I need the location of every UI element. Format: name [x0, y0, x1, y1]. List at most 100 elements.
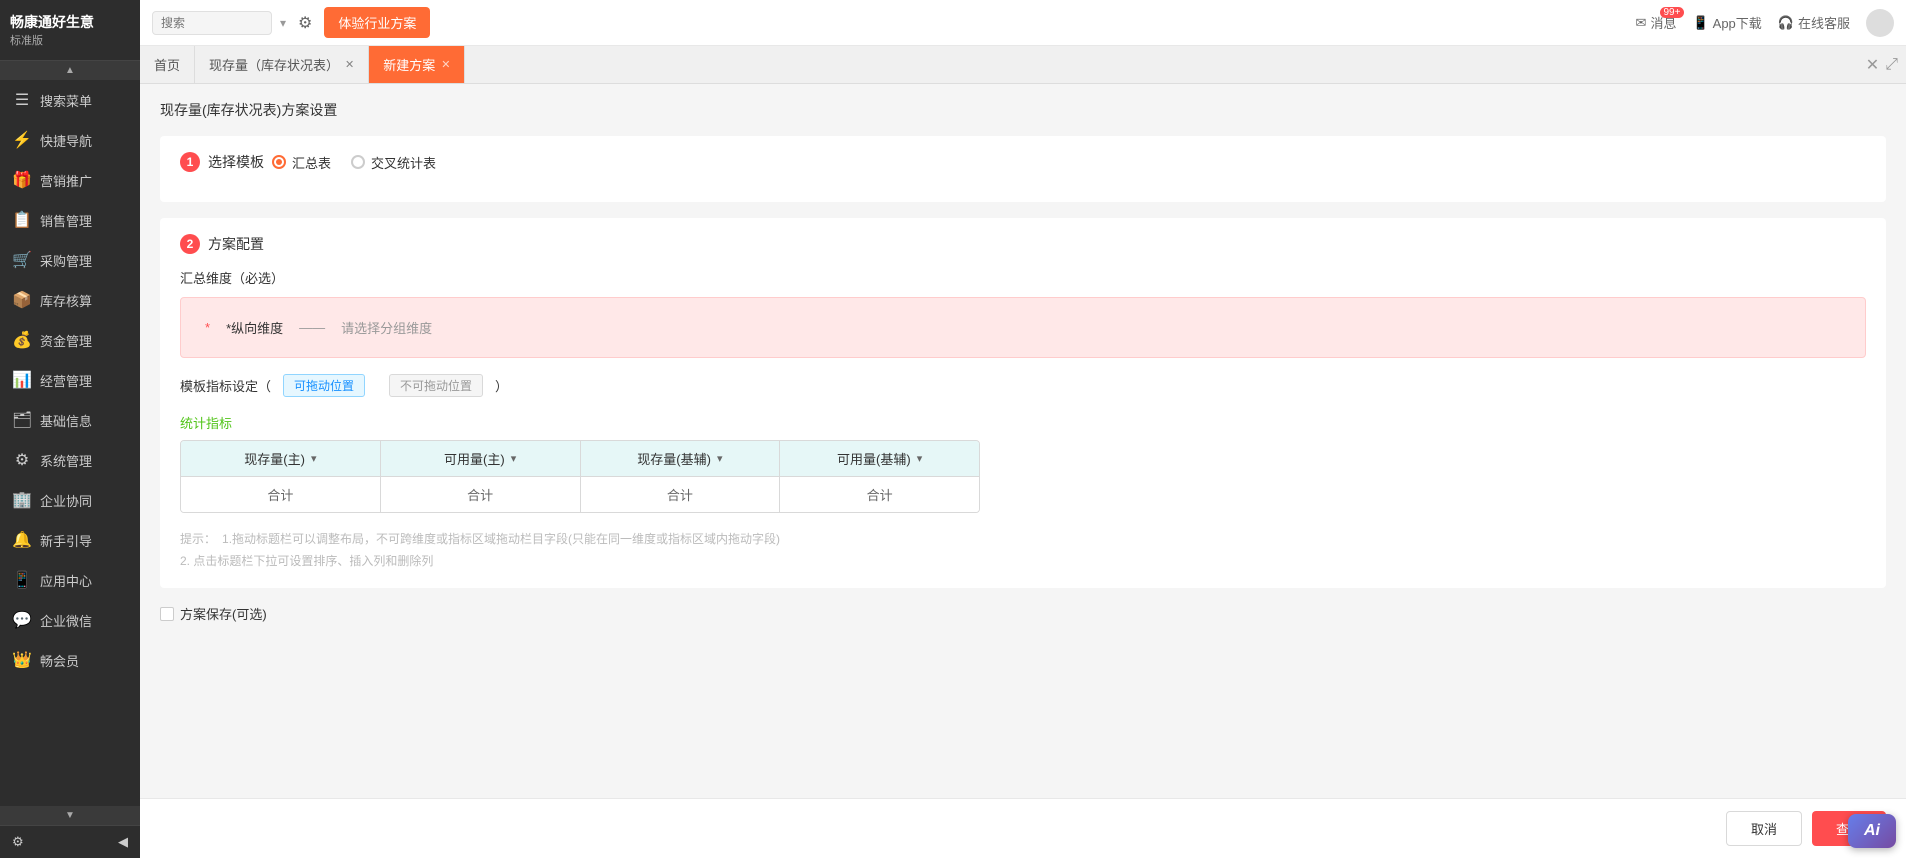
step2-label: 方案配置 — [208, 234, 264, 254]
stats-header-col-1[interactable]: 可用量(主) ▾ — [381, 441, 581, 476]
template-indicator-end: ） — [495, 376, 508, 395]
sidebar-icon-sales-mgmt: 📋 — [12, 210, 32, 230]
sidebar-item-basic-info[interactable]: 🗂 基础信息 — [0, 400, 140, 440]
dimension-required-mark: * — [205, 320, 210, 335]
sidebar-item-purchase-mgmt[interactable]: 🛒采购管理 — [0, 240, 140, 280]
dimension-placeholder[interactable]: 请选择分组维度 — [341, 318, 432, 337]
sidebar-item-new-guide[interactable]: 🔔新手引导 — [0, 520, 140, 560]
stats-body-col-1: 合计 — [381, 476, 581, 512]
stats-header-label-0: 现存量(主) — [244, 449, 305, 468]
sidebar-icon-system-mgmt: ⚙ — [12, 450, 32, 470]
sidebar-footer: ⚙ ◀ — [0, 825, 140, 858]
tab-new-scheme-close-icon[interactable]: ✕ — [441, 58, 450, 71]
radio-crosstab[interactable]: 交叉统计表 — [351, 153, 436, 172]
tips-section: 提示： 1.拖动标题栏可以调整布局，不可跨维度或指标区域拖动栏目字段(只能在同一… — [180, 529, 1866, 572]
topbar-gear-icon[interactable]: ⚙ — [298, 13, 312, 33]
sidebar-item-enterprise-wechat[interactable]: 💬企业微信 — [0, 600, 140, 640]
sidebar-icon-app-center: 📱 — [12, 570, 32, 590]
sidebar-icon-finance: 💰 — [12, 330, 32, 350]
sidebar-icon-basic-info: 🗂 — [12, 410, 32, 430]
sidebar-icon-purchase-mgmt: 🛒 — [12, 250, 32, 270]
app-download-label: App下载 — [1713, 13, 1762, 32]
avatar[interactable] — [1866, 9, 1894, 37]
template-radio-group: 汇总表 交叉统计表 — [272, 153, 436, 172]
sidebar-icon-search-menu: ☰ — [12, 90, 32, 110]
sidebar-label-app-center: 应用中心 — [40, 571, 92, 590]
sidebar-icon-business-mgmt: 📊 — [12, 370, 32, 390]
tab-inventory-close-icon[interactable]: ✕ — [345, 58, 354, 71]
sidebar-item-enterprise[interactable]: 🏢企业协同 — [0, 480, 140, 520]
step2-header: 2 方案配置 — [180, 234, 1866, 254]
stats-header-arrow-3[interactable]: ▾ — [917, 452, 923, 465]
sidebar-label-marketing: 营销推广 — [40, 171, 92, 190]
sidebar-scroll-down[interactable]: ▼ — [0, 806, 140, 825]
ai-float-button[interactable]: Ai — [1848, 814, 1896, 848]
stats-header-col-2[interactable]: 现存量(基辅)▾ — [581, 441, 781, 476]
sidebar-item-search-menu[interactable]: ☰搜索菜单 — [0, 80, 140, 120]
settings-icon[interactable]: ⚙ — [12, 834, 24, 850]
stats-header-label-1: 可用量(主) — [444, 449, 505, 468]
stats-header-col-0[interactable]: 现存量(主) ▾ — [181, 441, 381, 476]
cancel-button[interactable]: 取消 — [1726, 811, 1802, 846]
tips-item2-line: 2. 点击标题栏下拉可设置排序、插入列和删除列 — [180, 551, 1866, 573]
content-area: 现存量(库存状况表)方案设置 1 选择模板 汇总表 交叉统计表 — [140, 84, 1906, 798]
sidebar-icon-member: 👑 — [12, 650, 32, 670]
topbar-search-input[interactable] — [152, 11, 272, 35]
sidebar-label-sales-mgmt: 销售管理 — [40, 211, 92, 230]
stats-header-col-3[interactable]: 可用量(基辅) ▾ — [780, 441, 979, 476]
stats-header-arrow-1[interactable]: ▾ — [511, 452, 517, 465]
summary-dimension-label: 汇总维度（必选） — [180, 268, 1866, 287]
sidebar-icon-new-guide: 🔔 — [12, 530, 32, 550]
radio-summary[interactable]: 汇总表 — [272, 153, 331, 172]
tab-new-scheme[interactable]: 新建方案 ✕ — [369, 46, 465, 83]
sidebar-label-basic-info: 基础信息 — [40, 411, 92, 430]
stats-body-col-2: 合计 — [581, 476, 781, 512]
tips-item-2: 2. 点击标题栏下拉可设置排序、插入列和删除列 — [180, 551, 433, 573]
sidebar-label-finance: 资金管理 — [40, 331, 92, 350]
sidebar-label-system-mgmt: 系统管理 — [40, 451, 92, 470]
radio-crosstab-circle — [351, 155, 365, 169]
sidebar-item-app-center[interactable]: 📱 应用中心 — [0, 560, 140, 600]
app-title: 畅康通好生意 — [10, 12, 130, 32]
sidebar-scroll-up[interactable]: ▲ — [0, 61, 140, 80]
template-indicator-label: 模板指标设定（ — [180, 376, 271, 395]
tab-close-all-icon[interactable]: ✕ — [1866, 55, 1879, 75]
collapse-icon[interactable]: ◀ — [118, 834, 128, 850]
topbar-dropdown-icon[interactable]: ▾ — [280, 16, 286, 30]
save-option-label: 方案保存(可选) — [180, 604, 267, 623]
step1-section: 1 选择模板 汇总表 交叉统计表 — [160, 136, 1886, 202]
tab-inventory-status[interactable]: 现存量（库存状况表） ✕ — [195, 46, 369, 83]
stats-header-arrow-2[interactable]: ▾ — [717, 452, 723, 465]
tab-expand-icon[interactable]: ⤢ — [1885, 56, 1898, 74]
step2-section: 2 方案配置 汇总维度（必选） * *纵向维度 —— 请选择分组维度 模板指标设… — [160, 218, 1886, 588]
sidebar-item-system-mgmt[interactable]: ⚙ 系统管理 — [0, 440, 140, 480]
sidebar-item-quick-nav[interactable]: ⚡快捷导航 — [0, 120, 140, 160]
save-checkbox[interactable] — [160, 607, 174, 621]
sidebar-item-business-mgmt[interactable]: 📊经营管理 — [0, 360, 140, 400]
messages-button[interactable]: ✉ 消息 99+ — [1636, 13, 1677, 32]
sidebar-label-member: 畅会员 — [40, 651, 79, 670]
app-download-button[interactable]: 📱 App下载 — [1692, 13, 1761, 32]
tips-item-1: 1.拖动标题栏可以调整布局，不可跨维度或指标区域拖动栏目字段(只能在同一维度或指… — [222, 529, 780, 551]
online-service-button[interactable]: 🎧 在线客服 — [1778, 13, 1850, 32]
radio-crosstab-label: 交叉统计表 — [371, 153, 436, 172]
step2-num: 2 — [180, 234, 200, 254]
messages-badge: 99+ — [1660, 7, 1685, 18]
sidebar-label-enterprise-wechat: 企业微信 — [40, 611, 92, 630]
step1-header: 1 选择模板 汇总表 交叉统计表 — [180, 152, 1866, 172]
sidebar-item-sales-mgmt[interactable]: 📋 销售管理 — [0, 200, 140, 240]
sidebar-item-member[interactable]: 👑 畅会员 — [0, 640, 140, 680]
radio-summary-circle — [272, 155, 286, 169]
sidebar-nav: ☰搜索菜单⚡快捷导航🎁营销推广 📋 销售管理 🛒采购管理📦库存核算 💰 资金管理 📊经营管理… — [0, 80, 140, 806]
tab-home-label: 首页 — [154, 55, 180, 74]
stats-header-arrow-0[interactable]: ▾ — [311, 452, 317, 465]
headset-icon: 🎧 — [1778, 15, 1794, 31]
sidebar-item-marketing[interactable]: 🎁营销推广 — [0, 160, 140, 200]
tab-home[interactable]: 首页 — [140, 46, 195, 83]
trial-industry-button[interactable]: 体验行业方案 — [324, 7, 430, 38]
stats-header-label-3: 可用量(基辅) — [837, 449, 911, 468]
save-option[interactable]: 方案保存(可选) — [160, 604, 1886, 623]
sidebar-item-inventory[interactable]: 📦库存核算 — [0, 280, 140, 320]
main-panel: ▾ ⚙ 体验行业方案 ✉ 消息 99+ 📱 App下载 🎧 在线客服 首页 — [140, 0, 1906, 858]
sidebar-item-finance[interactable]: 💰 资金管理 — [0, 320, 140, 360]
